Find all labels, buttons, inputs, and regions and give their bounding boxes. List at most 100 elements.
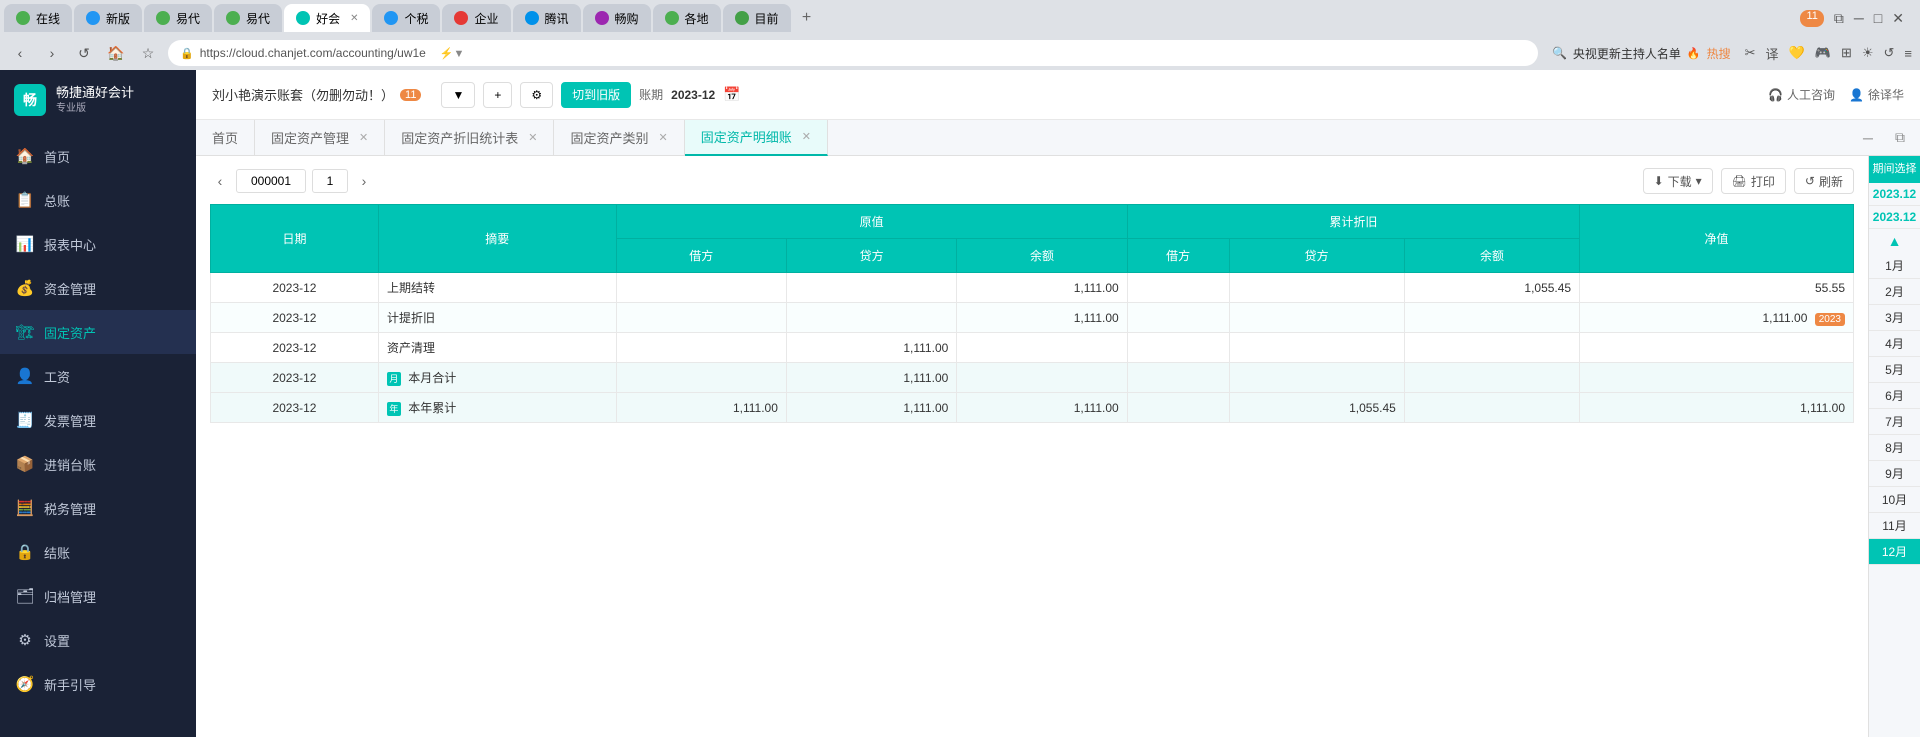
window-maximize-icon[interactable]: □ [1874,10,1882,27]
browser-tab-1[interactable]: 在线 [4,4,72,32]
prev-page-btn[interactable]: ‹ [210,171,230,191]
period-month-1[interactable]: 1月 [1869,253,1920,279]
sidebar-item-inventory[interactable]: 📦 进销台账 [0,442,196,486]
period-year-selected[interactable]: 2023.12 [1869,206,1920,229]
sidebar-item-fixed-assets[interactable]: 🏗 固定资产 [0,310,196,354]
switch-version-btn[interactable]: 切到旧版 [561,82,631,108]
grid-icon[interactable]: ⊞ [1841,45,1852,61]
cell-dep-credit-4 [1229,363,1404,393]
tab-asset-detail-close[interactable]: ✕ [802,130,811,143]
scissors-icon[interactable]: ✂ [1745,45,1756,61]
sidebar-item-archive[interactable]: 🗂 归档管理 [0,574,196,618]
browser-tab-2[interactable]: 新版 [74,4,142,32]
cell-net-value-1: 55.55 [1580,273,1854,303]
tab-fixed-assets-mgmt-close[interactable]: ✕ [359,131,368,144]
window-minimize-icon[interactable]: ─ [1854,10,1864,27]
period-month-11[interactable]: 11月 [1869,513,1920,539]
reload-button[interactable]: ↺ [72,41,96,65]
tab-asset-detail[interactable]: 固定资产明细账 ✕ [685,120,828,156]
tab-asset-category[interactable]: 固定资产类别 ✕ [554,120,684,156]
forward-button[interactable]: › [40,41,64,65]
menu-icon[interactable]: ≡ [1904,46,1912,61]
new-tab-button[interactable]: + [793,4,821,32]
sidebar-item-settings-label: 设置 [44,631,70,650]
address-bar[interactable]: 🔒 https://cloud.chanjet.com/accounting/u… [168,40,1538,66]
page-index-input[interactable] [312,169,348,193]
period-month-4[interactable]: 4月 [1869,331,1920,357]
th-summary: 摘要 [378,205,616,273]
sidebar-item-archive-label: 归档管理 [44,587,96,606]
user-profile-btn[interactable]: 👤 徐译华 [1849,86,1904,103]
window-restore-icon[interactable]: ⧉ [1834,10,1844,27]
window-maximize-tab-btn[interactable]: ⧉ [1888,126,1912,150]
wallet-icon[interactable]: 💛 [1789,45,1805,61]
tax-icon: 🧮 [16,499,34,517]
period-month-2[interactable]: 2月 [1869,279,1920,305]
download-btn[interactable]: ⬇ 下载 ▾ [1643,168,1713,194]
browser-tab-9[interactable]: 畅购 [583,4,651,32]
url-text: https://cloud.chanjet.com/accounting/uw1… [200,46,426,60]
hot-search-icon: 🔥 [1687,47,1701,60]
sidebar-item-reports[interactable]: 📊 报表中心 [0,222,196,266]
period-month-12[interactable]: 12月 [1869,539,1920,565]
support-btn[interactable]: 🎧 人工咨询 [1768,86,1835,103]
undo-icon[interactable]: ↺ [1884,45,1895,61]
tab-depreciation-stat[interactable]: 固定资产折旧统计表 ✕ [385,120,554,156]
browser-tab-5[interactable]: 好会 ✕ [284,4,370,32]
sidebar-item-ledger[interactable]: 📋 总账 [0,178,196,222]
period-month-6[interactable]: 6月 [1869,383,1920,409]
period-year-2023[interactable]: 2023.12 [1869,183,1920,206]
tab-home[interactable]: 首页 [196,120,255,156]
period-month-9[interactable]: 9月 [1869,461,1920,487]
sidebar-item-payroll[interactable]: 👤 工资 [0,354,196,398]
brightness-icon[interactable]: ☀ [1862,45,1874,61]
browser-tab-11-label: 目前 [755,10,779,27]
browser-tab-8[interactable]: 腾讯 [513,4,581,32]
period-month-7[interactable]: 7月 [1869,409,1920,435]
scroll-up-btn[interactable]: ▲ [1869,229,1920,253]
cell-orig-balance-4 [957,363,1127,393]
print-btn[interactable]: 🖨 打印 [1721,168,1786,194]
browser-tab-4[interactable]: 易代 [214,4,282,32]
dropdown-btn[interactable]: ▼ [441,82,475,108]
translate-icon[interactable]: 译 [1766,44,1779,63]
period-month-10[interactable]: 10月 [1869,487,1920,513]
tab-asset-category-close[interactable]: ✕ [659,131,668,144]
browser-tab-5-close[interactable]: ✕ [350,13,358,24]
sidebar-item-close[interactable]: 🔒 结账 [0,530,196,574]
sidebar-item-guide[interactable]: 🧭 新手引导 [0,662,196,706]
game-icon[interactable]: 🎮 [1815,45,1831,61]
back-button[interactable]: ‹ [8,41,32,65]
window-minimize-tab-btn[interactable]: ─ [1856,126,1880,150]
page-number-input[interactable] [236,169,306,193]
browser-tab-3[interactable]: 易代 [144,4,212,32]
next-page-btn[interactable]: › [354,171,374,191]
browser-tab-4-label: 易代 [246,10,270,27]
home-button[interactable]: 🏠 [104,41,128,65]
bookmark-button[interactable]: ☆ [136,41,160,65]
period-month-5[interactable]: 5月 [1869,357,1920,383]
main-content: 刘小艳演示账套（勿删勿动！） 11 ▼ + ⚙ 切到旧版 账期 2023-12 … [196,70,1920,737]
calendar-icon[interactable]: 📅 [723,86,740,103]
period-month-8[interactable]: 8月 [1869,435,1920,461]
tab-fixed-assets-mgmt[interactable]: 固定资产管理 ✕ [255,120,385,156]
browser-tab-10[interactable]: 各地 [653,4,721,32]
sidebar-item-funds[interactable]: 💰 资金管理 [0,266,196,310]
settings-btn[interactable]: ⚙ [520,82,553,108]
search-bar[interactable]: 🔍 央视更新主持人名单 🔥 热搜 [1546,45,1737,62]
browser-tab-6[interactable]: 个税 [372,4,440,32]
browser-tab-11[interactable]: 目前 [723,4,791,32]
period-month-3[interactable]: 3月 [1869,305,1920,331]
window-close-icon[interactable]: ✕ [1892,10,1904,27]
sidebar-item-home[interactable]: 🏠 首页 [0,134,196,178]
sidebar-item-invoice[interactable]: 🧾 发票管理 [0,398,196,442]
browser-tab-7[interactable]: 企业 [442,4,510,32]
period-panel: 期间选择 2023.12 2023.12 ▲ 1月 2月 3月 4月 5月 6月… [1868,156,1920,737]
sidebar-item-settings[interactable]: ⚙ 设置 [0,618,196,662]
sidebar-item-tax[interactable]: 🧮 税务管理 [0,486,196,530]
tab-depreciation-stat-close[interactable]: ✕ [528,131,537,144]
cell-dep-credit-3 [1229,333,1404,363]
cell-orig-balance-3 [957,333,1127,363]
add-company-btn[interactable]: + [483,82,512,108]
refresh-btn[interactable]: ↺ 刷新 [1794,168,1854,194]
